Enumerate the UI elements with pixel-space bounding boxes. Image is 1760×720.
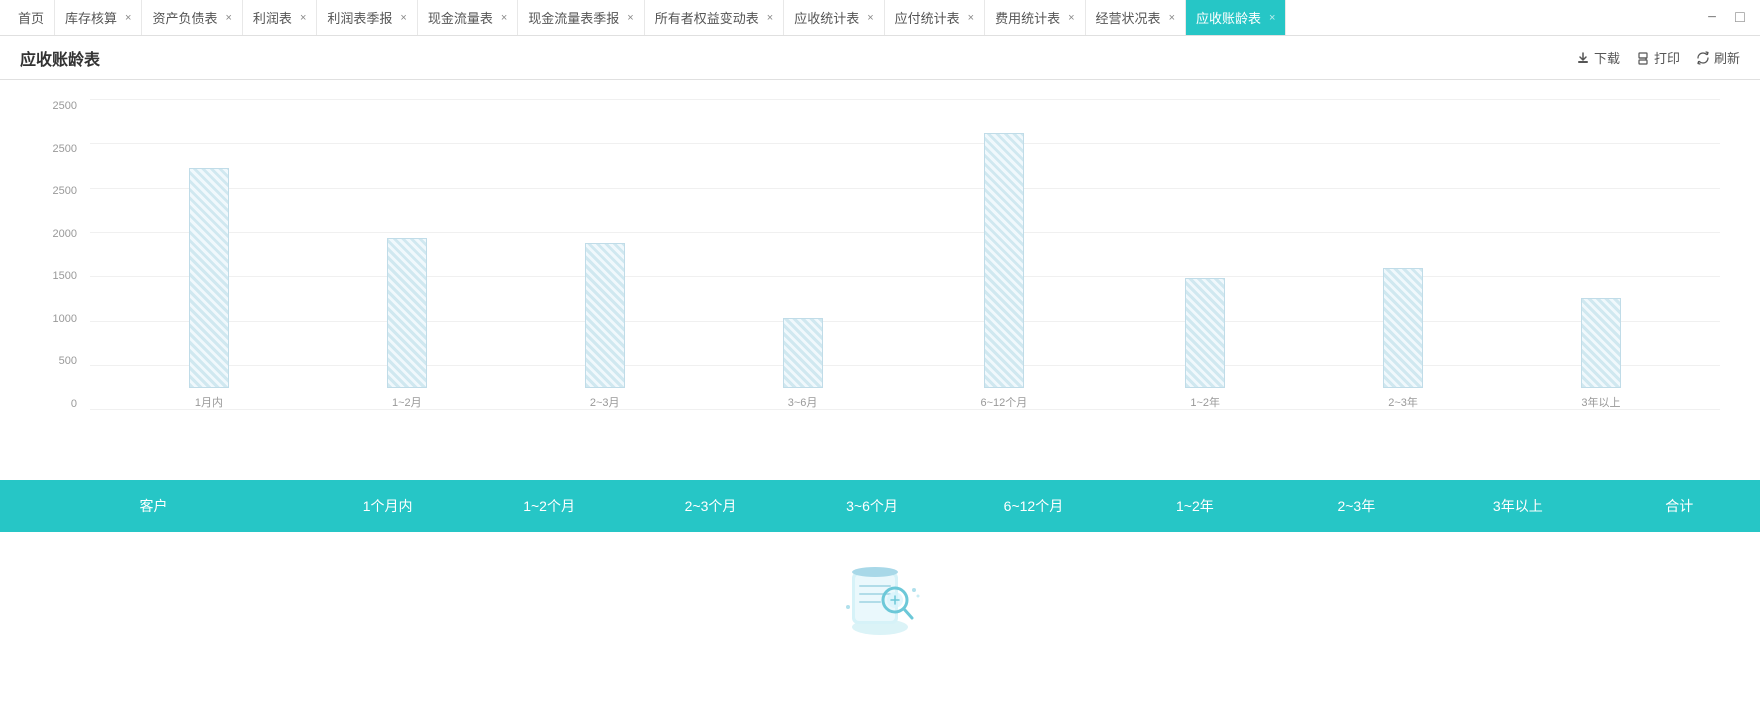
bar-3-6m: [783, 318, 823, 388]
tab-close-ar-stat[interactable]: ×: [867, 12, 873, 24]
th-2-3m: 2~3个月: [630, 496, 791, 516]
tab-ar-aging[interactable]: 应收账龄表 ×: [1186, 0, 1286, 36]
th-total: 合计: [1599, 496, 1760, 516]
tab-close-cashflow[interactable]: ×: [501, 12, 507, 24]
bar-2-3m: [585, 243, 625, 388]
bar-label-3y-plus: 3年以上: [1581, 394, 1620, 410]
tab-cashflow[interactable]: 现金流量表 ×: [418, 0, 518, 36]
tab-ar-stat[interactable]: 应收统计表 ×: [784, 0, 884, 36]
page-title: 应收账龄表: [20, 46, 100, 70]
th-3-6m: 3~6个月: [791, 496, 952, 516]
bar-label-6-12m: 6~12个月: [981, 394, 1028, 410]
th-6-12m: 6~12个月: [953, 496, 1114, 516]
y-label-2500a: 2500: [53, 100, 77, 112]
bar-3y-plus: [1581, 298, 1621, 388]
chart-y-axis: 2500 2500 2500 2000 1500 1000 500 0: [40, 100, 85, 410]
bar-2-3y: [1383, 268, 1423, 388]
tab-bar-actions: − □: [1700, 6, 1752, 30]
maximize-icon[interactable]: □: [1728, 6, 1752, 30]
tab-cashflow-quarterly[interactable]: 现金流量表季报 ×: [518, 0, 644, 36]
refresh-icon: [1696, 51, 1710, 65]
tab-expense-stat[interactable]: 费用统计表 ×: [985, 0, 1085, 36]
tab-inventory[interactable]: 库存核算 ×: [55, 0, 142, 36]
bar-1-2y: [1185, 278, 1225, 388]
chart-inner: 1月内 1~2月 2~3月 3~6月: [90, 100, 1720, 410]
empty-illustration: [830, 552, 930, 642]
th-customer: 客户: [0, 496, 307, 516]
tab-close-balance[interactable]: ×: [225, 12, 231, 24]
tab-profit[interactable]: 利润表 ×: [243, 0, 317, 36]
bar-group-3-6m: 3~6月: [783, 318, 823, 410]
print-icon: [1636, 51, 1650, 65]
tab-close-ar-aging[interactable]: ×: [1269, 12, 1275, 24]
bars-container: 1月内 1~2月 2~3月 3~6月: [90, 100, 1720, 410]
tab-operation[interactable]: 经营状况表 ×: [1086, 0, 1186, 36]
tab-close-operation[interactable]: ×: [1169, 12, 1175, 24]
tab-close-cashflow-quarterly[interactable]: ×: [627, 12, 633, 24]
bar-group-3y-plus: 3年以上: [1581, 298, 1621, 410]
chart-area: 2500 2500 2500 2000 1500 1000 500 0: [0, 80, 1760, 480]
table-header: 客户 1个月内 1~2个月 2~3个月 3~6个月 6~12个月 1~2年 2~…: [0, 480, 1760, 532]
bar-1-2m: [387, 238, 427, 388]
tab-balance[interactable]: 资产负债表 ×: [142, 0, 242, 36]
tab-home[interactable]: 首页: [8, 0, 55, 36]
tab-profit-quarterly[interactable]: 利润表季报 ×: [317, 0, 417, 36]
download-icon: [1576, 51, 1590, 65]
th-1-2y: 1~2年: [1114, 496, 1275, 516]
tab-bar: 首页 库存核算 × 资产负债表 × 利润表 × 利润表季报 × 现金流量表 × …: [0, 0, 1760, 36]
bar-group-1-2y: 1~2年: [1185, 278, 1225, 410]
th-3y-plus: 3年以上: [1437, 496, 1598, 516]
print-button[interactable]: 打印: [1636, 48, 1680, 67]
empty-state: [0, 532, 1760, 662]
th-1m: 1个月内: [307, 496, 468, 516]
chart-container: 2500 2500 2500 2000 1500 1000 500 0: [40, 100, 1720, 440]
bar-1m: [189, 168, 229, 388]
bar-label-1-2m: 1~2月: [392, 394, 422, 410]
y-label-2000: 2000: [53, 228, 77, 240]
bar-label-2-3m: 2~3月: [590, 394, 620, 410]
bar-label-1-2y: 1~2年: [1190, 394, 1220, 410]
th-2-3y: 2~3年: [1276, 496, 1437, 516]
tab-close-profit[interactable]: ×: [300, 12, 306, 24]
tab-close-inventory[interactable]: ×: [125, 12, 131, 24]
bar-group-1m: 1月内: [189, 168, 229, 410]
bar-group-2-3m: 2~3月: [585, 243, 625, 410]
main-content: 2500 2500 2500 2000 1500 1000 500 0: [0, 80, 1760, 720]
y-label-500: 500: [59, 355, 77, 367]
y-label-2500c: 2500: [53, 185, 77, 197]
y-label-2500b: 2500: [53, 143, 77, 155]
minimize-icon[interactable]: −: [1700, 6, 1724, 30]
page-header: 应收账龄表 下载 打印 刷新: [0, 36, 1760, 80]
tab-close-equity[interactable]: ×: [767, 12, 773, 24]
tab-close-profit-quarterly[interactable]: ×: [400, 12, 406, 24]
th-1-2m: 1~2个月: [468, 496, 629, 516]
tab-equity[interactable]: 所有者权益变动表 ×: [645, 0, 784, 36]
y-label-1000: 1000: [53, 313, 77, 325]
download-button[interactable]: 下载: [1576, 48, 1620, 67]
bar-6-12m: [984, 133, 1024, 388]
y-label-0: 0: [71, 398, 77, 410]
bar-group-6-12m: 6~12个月: [981, 133, 1028, 410]
bar-label-2-3y: 2~3年: [1388, 394, 1418, 410]
tab-ap-stat[interactable]: 应付统计表 ×: [885, 0, 985, 36]
bar-group-1-2m: 1~2月: [387, 238, 427, 410]
tab-close-ap-stat[interactable]: ×: [968, 12, 974, 24]
header-actions: 下载 打印 刷新: [1576, 48, 1740, 67]
tab-close-expense-stat[interactable]: ×: [1068, 12, 1074, 24]
y-label-1500: 1500: [53, 270, 77, 282]
bar-label-1m: 1月内: [195, 394, 223, 410]
refresh-button[interactable]: 刷新: [1696, 48, 1740, 67]
bar-label-3-6m: 3~6月: [788, 394, 818, 410]
bar-group-2-3y: 2~3年: [1383, 268, 1423, 410]
